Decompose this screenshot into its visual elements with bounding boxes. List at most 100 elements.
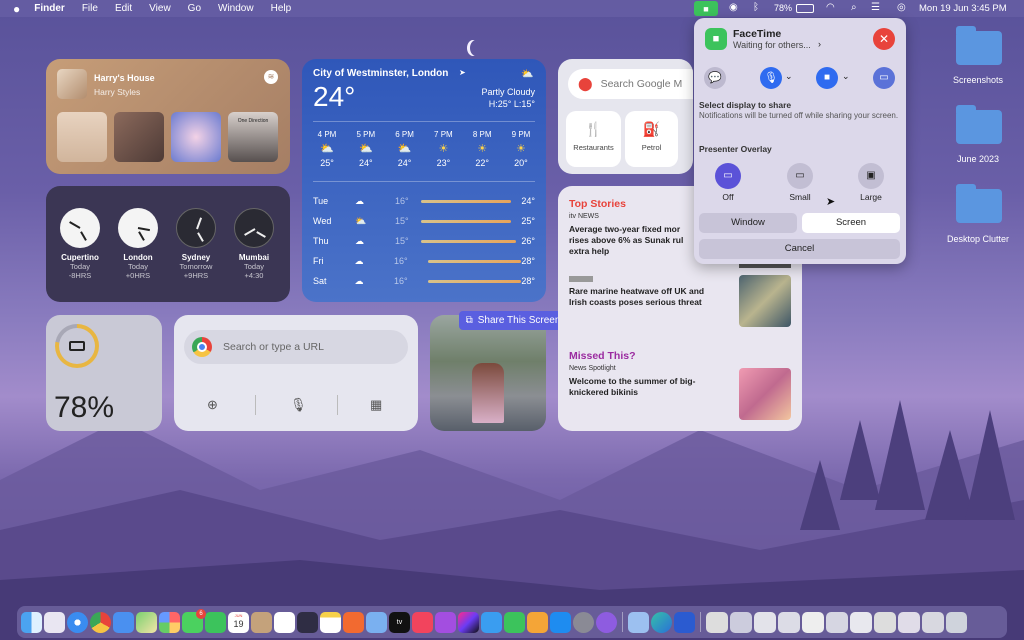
- overlay-off-option[interactable]: ▭ Off: [714, 163, 742, 202]
- recent-album-4[interactable]: One Direction: [228, 112, 278, 162]
- playback-icon[interactable]: ◉: [729, 2, 738, 13]
- world-clock-widget[interactable]: Cupertino Today -8HRS London Today +0HRS…: [46, 186, 290, 302]
- news-headline[interactable]: Average two-year fixed mor rises above 6…: [569, 224, 697, 257]
- folder-june-label[interactable]: June 2023: [933, 154, 1023, 164]
- petrol-shortcut[interactable]: ⛽ Petrol: [625, 111, 678, 167]
- launchpad-icon[interactable]: [44, 611, 65, 633]
- apple-tv-icon[interactable]: tv: [389, 611, 410, 633]
- system-settings-icon[interactable]: [573, 611, 594, 633]
- minimized-window[interactable]: [778, 611, 800, 633]
- folder-icon[interactable]: [956, 26, 1002, 65]
- menu-edit[interactable]: Edit: [115, 3, 132, 14]
- menu-file[interactable]: File: [82, 3, 98, 14]
- facetime-dock-icon[interactable]: [205, 611, 226, 633]
- folder-icon[interactable]: [956, 184, 1002, 223]
- battery-widget[interactable]: 78%: [46, 315, 162, 431]
- brave-icon[interactable]: [343, 611, 364, 633]
- chevron-down-icon[interactable]: ⌄: [842, 71, 850, 82]
- minimized-window[interactable]: [730, 611, 752, 633]
- apple-icon[interactable]: ●: [13, 2, 20, 16]
- finder-icon[interactable]: [21, 611, 42, 633]
- menu-go[interactable]: Go: [188, 3, 201, 14]
- end-call-button[interactable]: ✕: [873, 28, 895, 50]
- minimized-window[interactable]: [802, 611, 824, 633]
- recent-album-1[interactable]: [57, 112, 107, 162]
- chrome-dock-icon[interactable]: [90, 611, 111, 633]
- qr-code-icon[interactable]: ▦: [370, 397, 382, 413]
- folder-icon[interactable]: [956, 105, 1002, 144]
- news-headline[interactable]: Rare marine heatwave off UK and Irish co…: [569, 286, 724, 308]
- chevron-down-icon[interactable]: ⌄: [785, 71, 793, 82]
- minimized-window[interactable]: [826, 611, 848, 633]
- restaurants-shortcut[interactable]: 🍴 Restaurants: [566, 111, 621, 167]
- weather-widget[interactable]: City of Westminster, London ➤ ⛅ 24° Part…: [302, 59, 546, 302]
- bluetooth-icon[interactable]: ᛒ: [753, 2, 759, 13]
- music-icon[interactable]: [412, 611, 433, 633]
- preview-icon[interactable]: [366, 611, 387, 633]
- overlay-large-option[interactable]: ▣ Large: [854, 163, 888, 202]
- spotify-icon[interactable]: ≋: [264, 70, 278, 84]
- mail-icon[interactable]: [113, 611, 134, 633]
- cloud-app-icon[interactable]: [628, 611, 649, 633]
- facetime-status-icon[interactable]: ■: [694, 1, 718, 16]
- overlay-small-option[interactable]: ▭ Small: [783, 163, 817, 202]
- clock-datetime[interactable]: Mon 19 Jun 3:45 PM: [919, 3, 1007, 14]
- incognito-icon[interactable]: ⊕: [207, 397, 218, 413]
- menu-help[interactable]: Help: [271, 3, 292, 14]
- pages-icon[interactable]: [527, 611, 548, 633]
- siri-icon[interactable]: ◎: [897, 2, 906, 13]
- safari-icon[interactable]: [67, 611, 88, 633]
- wifi-icon[interactable]: ◠: [826, 2, 835, 13]
- share-this-screen-button[interactable]: ⧉ Share This Screen: [459, 311, 567, 330]
- menu-finder[interactable]: Finder: [34, 3, 65, 14]
- podcasts-alt-icon[interactable]: [596, 611, 617, 633]
- notes-icon[interactable]: [320, 611, 341, 633]
- screen-share-button[interactable]: ▭: [873, 67, 895, 89]
- minimized-window[interactable]: [754, 611, 776, 633]
- cancel-button[interactable]: Cancel: [699, 239, 900, 259]
- mission-control-icon[interactable]: [297, 611, 318, 633]
- music-widget[interactable]: Harry's House Harry Styles ≋ One Directi…: [46, 59, 290, 174]
- messages-button[interactable]: 💬: [704, 67, 726, 89]
- facetime-status[interactable]: Waiting for others...: [733, 40, 811, 50]
- jetbrains-icon[interactable]: [458, 611, 479, 633]
- photos-icon[interactable]: [159, 611, 180, 633]
- control-center-icon[interactable]: ☰: [871, 2, 880, 13]
- minimized-window[interactable]: [706, 611, 728, 633]
- minimized-window[interactable]: [922, 611, 944, 633]
- chrome-widget[interactable]: Search or type a URL ⊕ 🎙 ▦: [174, 315, 418, 431]
- trash-icon[interactable]: [946, 611, 967, 633]
- window-button[interactable]: Window: [699, 213, 797, 233]
- menu-window[interactable]: Window: [218, 3, 254, 14]
- google-maps-widget[interactable]: ⬤ Search Google M 🍴 Restaurants ⛽ Petrol: [558, 59, 693, 174]
- contacts-icon[interactable]: [251, 611, 272, 633]
- word-icon[interactable]: [674, 611, 695, 633]
- app-store-icon[interactable]: [550, 611, 571, 633]
- edge-icon[interactable]: [651, 611, 672, 633]
- testflight-icon[interactable]: [481, 611, 502, 633]
- reminders-icon[interactable]: [274, 611, 295, 633]
- maps-icon[interactable]: [136, 611, 157, 633]
- minimized-window[interactable]: [850, 611, 872, 633]
- minimized-window[interactable]: [898, 611, 920, 633]
- camera-button[interactable]: ■: [816, 67, 838, 89]
- search-icon[interactable]: ⌕: [851, 2, 857, 13]
- minimized-window[interactable]: [874, 611, 896, 633]
- podcasts-icon[interactable]: [435, 611, 456, 633]
- messages-icon[interactable]: 6: [182, 608, 206, 633]
- menu-view[interactable]: View: [149, 3, 171, 14]
- microphone-button[interactable]: 🎙: [760, 67, 782, 89]
- news-headline[interactable]: Welcome to the summer of big-knickered b…: [569, 376, 719, 398]
- recent-album-2[interactable]: [114, 112, 164, 162]
- recent-album-3[interactable]: [171, 112, 221, 162]
- maps-search-bar[interactable]: ⬤ Search Google M: [568, 69, 693, 99]
- screen-button[interactable]: Screen: [802, 213, 900, 233]
- folder-desktop-clutter-label[interactable]: Desktop Clutter: [933, 234, 1023, 244]
- chrome-search-bar[interactable]: Search or type a URL: [184, 330, 408, 364]
- calendar-icon[interactable]: JUN 19: [228, 611, 249, 633]
- numbers-icon[interactable]: [504, 611, 525, 633]
- photo-widget[interactable]: [430, 315, 546, 431]
- microphone-icon[interactable]: 🎙: [290, 397, 307, 413]
- battery-icon[interactable]: [796, 4, 814, 13]
- folder-screenshots-label[interactable]: Screenshots: [933, 75, 1023, 85]
